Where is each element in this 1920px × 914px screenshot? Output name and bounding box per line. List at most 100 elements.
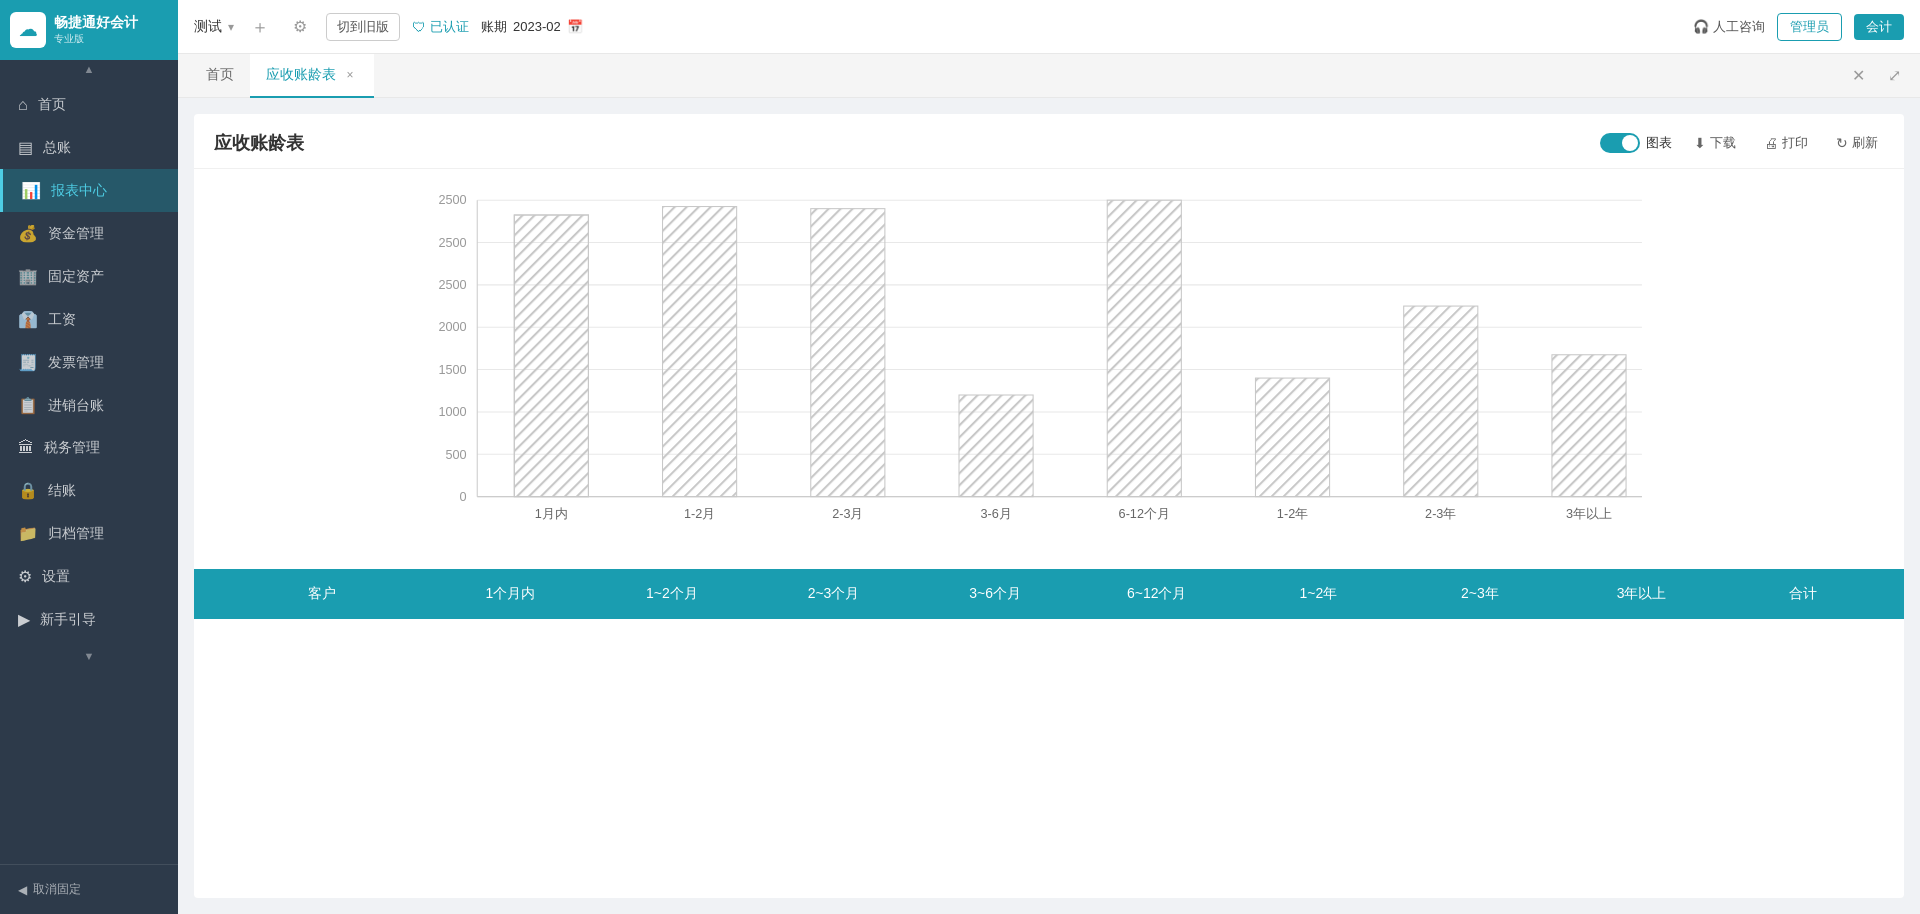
period-value: 2023-02 [513,19,561,34]
sidebar-item-label: 工资 [48,311,76,329]
calendar-icon[interactable]: 📅 [567,19,583,34]
gear-icon: ⚙ [293,17,307,36]
sales-icon: 📋 [18,396,38,415]
sidebar-item-home[interactable]: ⌂ 首页 [0,84,178,126]
sidebar-item-label: 税务管理 [44,439,100,457]
chart-area: 2500 2500 2500 2000 1500 1000 500 0 [194,169,1904,569]
svg-text:3-6月: 3-6月 [980,507,1011,521]
company-chevron-icon: ▾ [228,20,234,34]
certified-label: 已认证 [430,18,469,36]
sidebar-item-fixed-assets[interactable]: 🏢 固定资产 [0,255,178,298]
scroll-up-arrow[interactable]: ▲ [0,60,178,78]
company-selector[interactable]: 测试 ▾ [194,18,234,36]
certified-status: 🛡 已认证 [412,18,469,36]
cancel-fixed-button[interactable]: ◀ 取消固定 [10,875,168,904]
newuser-icon: ▶ [18,610,30,629]
tax-icon: 🏛 [18,439,34,457]
table-header-cell: 6~12个月 [1076,569,1238,619]
svg-text:2500: 2500 [438,278,466,292]
svg-rect-20 [663,207,737,497]
salary-icon: 👔 [18,310,38,329]
sidebar-item-sales[interactable]: 📋 进销台账 [0,384,178,427]
svg-rect-21 [811,209,885,497]
old-version-button[interactable]: 切到旧版 [326,13,400,41]
sidebar-nav-scroll: ▲ ⌂ 首页 ▤ 总账 📊 报表中心 💰 资金管理 🏢 固定资产 👔 工资 🧾 … [0,60,178,864]
invoice-icon: 🧾 [18,353,38,372]
app-title-group: 畅捷通好会计 专业版 [54,14,138,46]
sidebar-item-label: 归档管理 [48,525,104,543]
role-button[interactable]: 会计 [1854,14,1904,40]
sidebar-item-tax[interactable]: 🏛 税务管理 [0,427,178,469]
download-label: 下载 [1710,134,1736,152]
svg-rect-23 [1107,200,1181,496]
svg-rect-19 [514,215,588,497]
scroll-down-arrow[interactable]: ▼ [0,647,178,665]
svg-text:1月内: 1月内 [535,507,568,521]
sidebar-item-salary[interactable]: 👔 工资 [0,298,178,341]
sidebar-item-settings[interactable]: ⚙ 设置 [0,555,178,598]
svg-text:3年以上: 3年以上 [1566,507,1612,521]
pin-icon: ◀ [18,883,27,897]
settings-button[interactable]: ⚙ [286,13,314,41]
company-name: 测试 [194,18,222,36]
page-container: 应收账龄表 图表 ⬇ 下载 🖨 打印 ↻ [194,114,1904,898]
svg-text:2-3月: 2-3月 [832,507,863,521]
add-company-button[interactable]: ＋ [246,13,274,41]
consult-button[interactable]: 🎧 人工咨询 [1693,18,1765,36]
svg-text:2000: 2000 [438,320,466,334]
table-header-cell: 1个月内 [429,569,591,619]
table-header-cell: 1~2个月 [591,569,753,619]
svg-text:500: 500 [445,448,466,462]
sidebar-item-reports[interactable]: 📊 报表中心 [0,169,178,212]
table-header-cell: 3年以上 [1561,569,1723,619]
print-label: 打印 [1782,134,1808,152]
shield-icon: 🛡 [412,19,426,35]
consult-label: 人工咨询 [1713,18,1765,36]
tabbar: 首页应收账龄表× ✕ ⤢ [178,54,1920,98]
topbar: 测试 ▾ ＋ ⚙ 切到旧版 🛡 已认证 账期 2023-02 📅 🎧 人工咨询 … [178,0,1920,54]
print-button[interactable]: 🖨 打印 [1758,130,1814,156]
tab-home[interactable]: 首页 [190,54,250,98]
sidebar-item-label: 总账 [43,139,71,157]
print-icon: 🖨 [1764,135,1778,151]
svg-text:1-2年: 1-2年 [1277,507,1308,521]
svg-text:2500: 2500 [438,236,466,250]
sidebar-header: ☁ 畅捷通好会计 专业版 [0,0,178,60]
sidebar-nav: ⌂ 首页 ▤ 总账 📊 报表中心 💰 资金管理 🏢 固定资产 👔 工资 🧾 发票… [0,78,178,647]
sidebar-item-funds[interactable]: 💰 资金管理 [0,212,178,255]
refresh-button[interactable]: ↻ 刷新 [1830,130,1884,156]
download-button[interactable]: ⬇ 下载 [1688,130,1742,156]
sidebar-item-closing[interactable]: 🔒 结账 [0,469,178,512]
table-header-cell: 客户 [214,569,429,619]
table-header-cell: 2~3年 [1399,569,1561,619]
svg-text:6-12个月: 6-12个月 [1119,507,1170,521]
close-tab-button[interactable]: ✕ [1844,62,1872,90]
page-actions: 图表 ⬇ 下载 🖨 打印 ↻ 刷新 [1600,130,1884,156]
plus-icon: ＋ [251,15,269,39]
svg-text:1000: 1000 [438,405,466,419]
sidebar-item-label: 新手引导 [40,611,96,629]
content-area: 应收账龄表 图表 ⬇ 下载 🖨 打印 ↻ [178,98,1920,914]
sidebar-item-archive[interactable]: 📁 归档管理 [0,512,178,555]
tab-ar-aging[interactable]: 应收账龄表× [250,54,374,98]
sidebar-item-label: 结账 [48,482,76,500]
refresh-label: 刷新 [1852,134,1878,152]
reports-icon: 📊 [21,181,41,200]
sidebar-item-newuser[interactable]: ▶ 新手引导 [0,598,178,641]
sidebar-item-invoice[interactable]: 🧾 发票管理 [0,341,178,384]
tab-close-ar-aging[interactable]: × [342,67,358,83]
sidebar-item-label: 进销台账 [48,397,104,415]
expand-button[interactable]: ⤢ [1880,62,1908,90]
sidebar-item-ledger[interactable]: ▤ 总账 [0,126,178,169]
fixed-assets-icon: 🏢 [18,267,38,286]
download-icon: ⬇ [1694,135,1706,151]
toggle-label: 图表 [1646,134,1672,152]
sidebar: ☁ 畅捷通好会计 专业版 ▲ ⌂ 首页 ▤ 总账 📊 报表中心 💰 资金管理 🏢… [0,0,178,914]
user-button[interactable]: 管理员 [1777,13,1842,41]
accounting-period: 账期 2023-02 📅 [481,18,583,36]
chart-toggle[interactable] [1600,133,1640,153]
svg-text:1-2月: 1-2月 [684,507,715,521]
app-edition: 专业版 [54,32,138,46]
table-header-cell: 3~6个月 [914,569,1076,619]
svg-text:2500: 2500 [438,193,466,207]
